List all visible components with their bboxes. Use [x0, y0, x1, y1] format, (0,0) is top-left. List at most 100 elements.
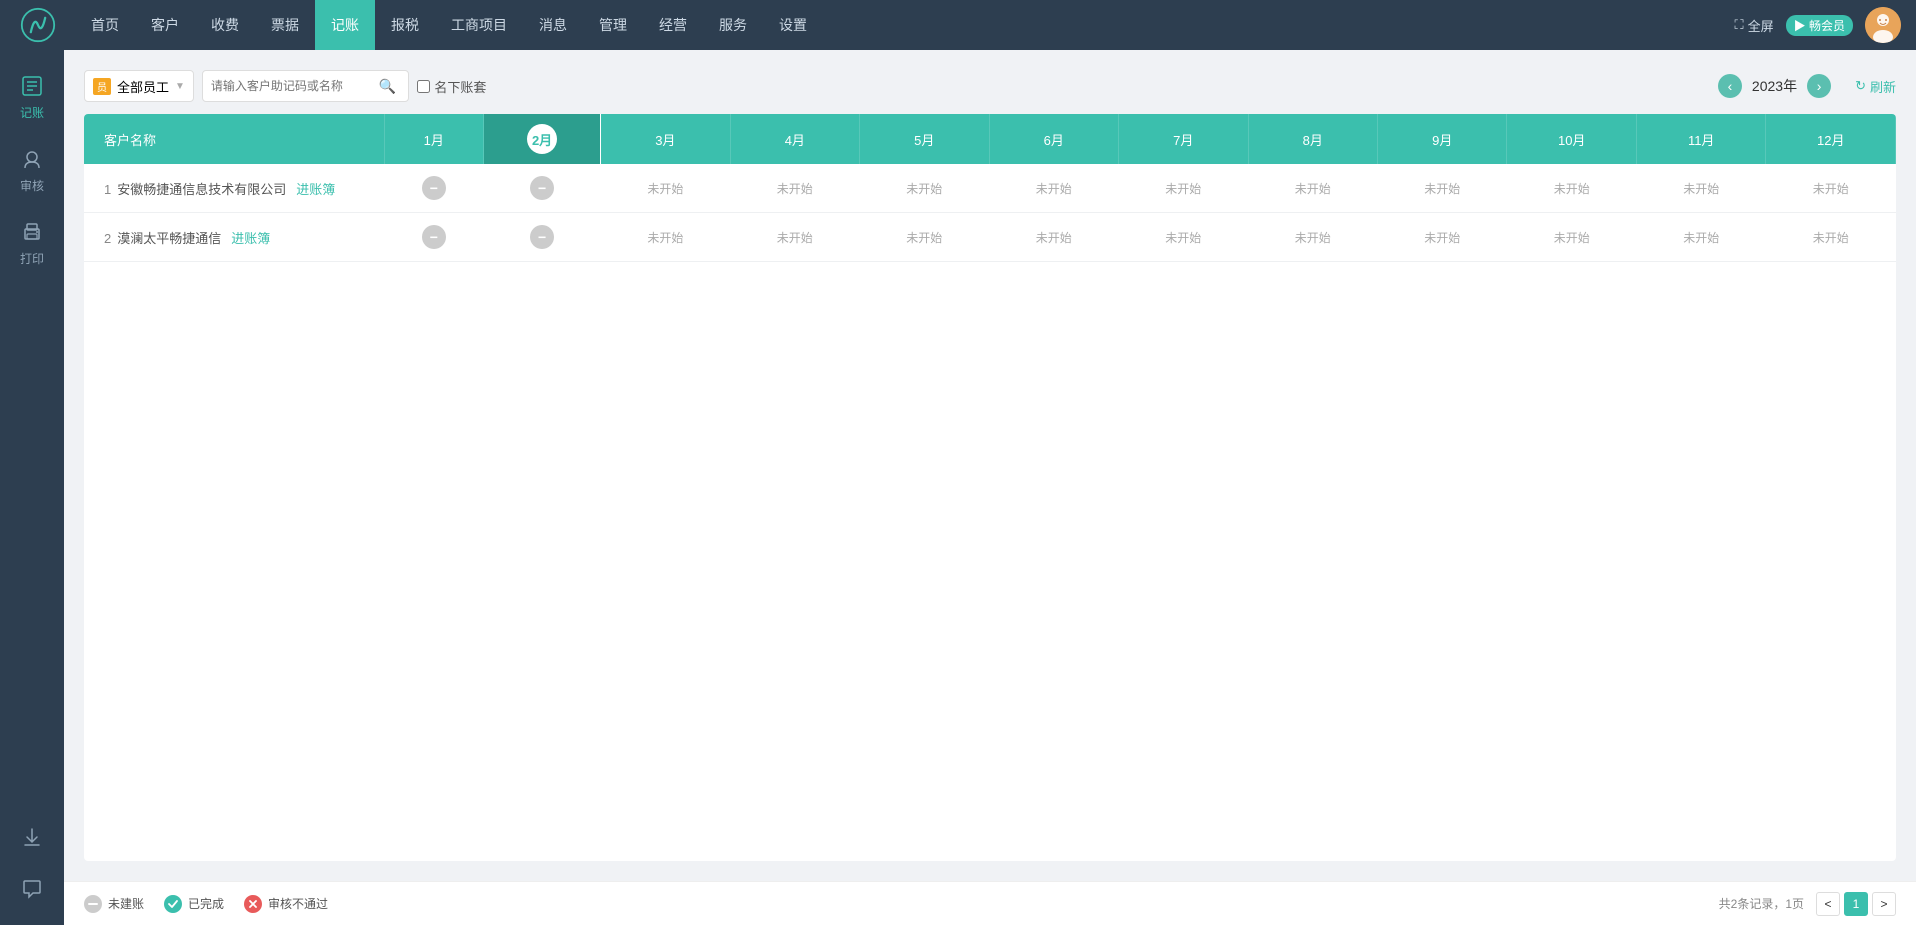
avatar[interactable]: [1865, 7, 1901, 43]
month-cell-12: 未开始: [1766, 164, 1896, 213]
footer: 未建账 已完成 审核不通过 共2条记录，1页 < 1 >: [64, 881, 1916, 925]
legend-not-built-dot: [84, 895, 102, 913]
sidebar-label-print: 打印: [20, 250, 44, 267]
enter-ledger-link[interactable]: 进账簿: [231, 231, 270, 246]
client-name: 安徽畅捷通信息技术有限公司: [117, 182, 286, 197]
month-cell-3: 未开始: [601, 164, 730, 213]
month-cell-3: 未开始: [601, 213, 730, 262]
logo[interactable]: [10, 7, 65, 43]
prev-year-button[interactable]: ‹: [1718, 74, 1742, 98]
fullscreen-button[interactable]: ⛶ 全屏: [1735, 16, 1774, 35]
month-cell-5: 未开始: [860, 164, 989, 213]
status-not-started: 未开始: [777, 231, 813, 245]
nav-tax[interactable]: 报税: [375, 0, 435, 50]
nav-right: ⛶ 全屏 ▶ 畅会员: [1735, 7, 1916, 43]
nav-customer[interactable]: 客户: [135, 0, 195, 50]
col-header-jul: 7月: [1119, 114, 1248, 164]
status-not-started: 未开始: [647, 231, 683, 245]
nav-operation[interactable]: 经营: [643, 0, 703, 50]
month-cell-7: 未开始: [1119, 164, 1248, 213]
month-cell-11: 未开始: [1636, 164, 1765, 213]
col-header-mar: 3月: [601, 114, 730, 164]
nav-settings[interactable]: 设置: [763, 0, 823, 50]
toolbar: 员 全部员工 ▼ 🔍 名下账套 ‹ 2023年 ›: [84, 70, 1896, 102]
vip-badge[interactable]: ▶ 畅会员: [1786, 15, 1853, 36]
month-cell-4: 未开始: [730, 213, 859, 262]
col-header-oct: 10月: [1507, 114, 1636, 164]
table-wrap: 客户名称 1月 2月 3月 4月 5月 6月 7月 8月 9月: [84, 114, 1896, 861]
status-not-started: 未开始: [906, 231, 942, 245]
row-index: 1: [104, 182, 111, 197]
play-icon: ▶: [1794, 19, 1806, 33]
status-not-built-icon: −: [530, 176, 554, 200]
legend-completed-dot: [164, 895, 182, 913]
month-cell-12: 未开始: [1766, 213, 1896, 262]
search-input[interactable]: [211, 79, 371, 93]
status-not-started: 未开始: [1683, 231, 1719, 245]
my-accounts-checkbox[interactable]: [417, 80, 430, 93]
page-1-button[interactable]: 1: [1844, 892, 1868, 916]
status-not-started: 未开始: [1554, 231, 1590, 245]
client-cell: 1 安徽畅捷通信息技术有限公司进账簿: [84, 164, 384, 213]
sidebar-chat[interactable]: [0, 863, 64, 915]
col-header-name: 客户名称: [84, 114, 384, 164]
nav-manage[interactable]: 管理: [583, 0, 643, 50]
enter-ledger-link[interactable]: 进账簿: [296, 182, 335, 197]
sidebar-item-accounting[interactable]: 记账: [0, 60, 64, 133]
legend-rejected: 审核不通过: [244, 895, 328, 913]
status-not-started: 未开始: [777, 182, 813, 196]
month-cell-10: 未开始: [1507, 213, 1636, 262]
main-table: 客户名称 1月 2月 3月 4月 5月 6月 7月 8月 9月: [84, 114, 1896, 262]
col-header-feb: 2月: [484, 114, 601, 164]
col-header-jan: 1月: [384, 114, 484, 164]
fullscreen-label: 全屏: [1748, 16, 1774, 35]
nav-fee[interactable]: 收费: [195, 0, 255, 50]
refresh-icon: ↻: [1855, 78, 1866, 94]
month-cell-11: 未开始: [1636, 213, 1765, 262]
sidebar: 记账 审核 打印: [0, 50, 64, 925]
row-index: 2: [104, 231, 111, 246]
table-row: 2漠澜太平畅捷通信进账簿−−未开始未开始未开始未开始未开始未开始未开始未开始未开…: [84, 213, 1896, 262]
next-page-button[interactable]: >: [1872, 892, 1896, 916]
col-header-nov: 11月: [1636, 114, 1765, 164]
status-not-started: 未开始: [1295, 182, 1331, 196]
client-cell: 2 漠澜太平畅捷通信进账簿: [84, 213, 384, 262]
sidebar-item-audit[interactable]: 审核: [0, 133, 64, 206]
sidebar-bottom: [0, 811, 64, 925]
month-cell-10: 未开始: [1507, 164, 1636, 213]
content-wrapper: 员 全部员工 ▼ 🔍 名下账套 ‹ 2023年 ›: [64, 50, 1916, 925]
sidebar-label-accounting: 记账: [20, 104, 44, 121]
month-cell-7: 未开始: [1119, 213, 1248, 262]
nav-service[interactable]: 服务: [703, 0, 763, 50]
refresh-button[interactable]: ↻ 刷新: [1855, 77, 1896, 96]
nav-invoice[interactable]: 票据: [255, 0, 315, 50]
prev-page-button[interactable]: <: [1816, 892, 1840, 916]
sidebar-download[interactable]: [0, 811, 64, 863]
month-cell-6: 未开始: [989, 164, 1118, 213]
pagination: 共2条记录，1页 < 1 >: [1719, 892, 1896, 916]
col-header-aug: 8月: [1248, 114, 1377, 164]
vip-label: 畅会员: [1809, 19, 1845, 33]
employee-tag-icon: 员: [93, 78, 111, 95]
nav-message[interactable]: 消息: [523, 0, 583, 50]
next-year-button[interactable]: ›: [1807, 74, 1831, 98]
status-not-started: 未开始: [1165, 231, 1201, 245]
nav-items: 首页 客户 收费 票据 记账 报税 工商项目 消息 管理 经营 服务 设置: [75, 0, 1735, 50]
nav-accounting[interactable]: 记账: [315, 0, 375, 50]
month-cell-2: −: [484, 213, 601, 262]
search-wrap: 🔍: [202, 70, 409, 102]
client-name: 漠澜太平畅捷通信: [117, 231, 221, 246]
col-header-dec: 12月: [1766, 114, 1896, 164]
nav-business[interactable]: 工商项目: [435, 0, 523, 50]
audit-icon: [18, 145, 46, 173]
month-cell-4: 未开始: [730, 164, 859, 213]
status-not-started: 未开始: [1813, 231, 1849, 245]
current-month-circle: 2月: [527, 124, 557, 154]
my-accounts-checkbox-label[interactable]: 名下账套: [417, 77, 486, 96]
status-not-started: 未开始: [1813, 182, 1849, 196]
search-button[interactable]: 🔍: [375, 78, 400, 95]
sidebar-item-print[interactable]: 打印: [0, 206, 64, 279]
employee-filter[interactable]: 员 全部员工 ▼: [84, 70, 194, 102]
legend-rejected-dot: [244, 895, 262, 913]
nav-home[interactable]: 首页: [75, 0, 135, 50]
